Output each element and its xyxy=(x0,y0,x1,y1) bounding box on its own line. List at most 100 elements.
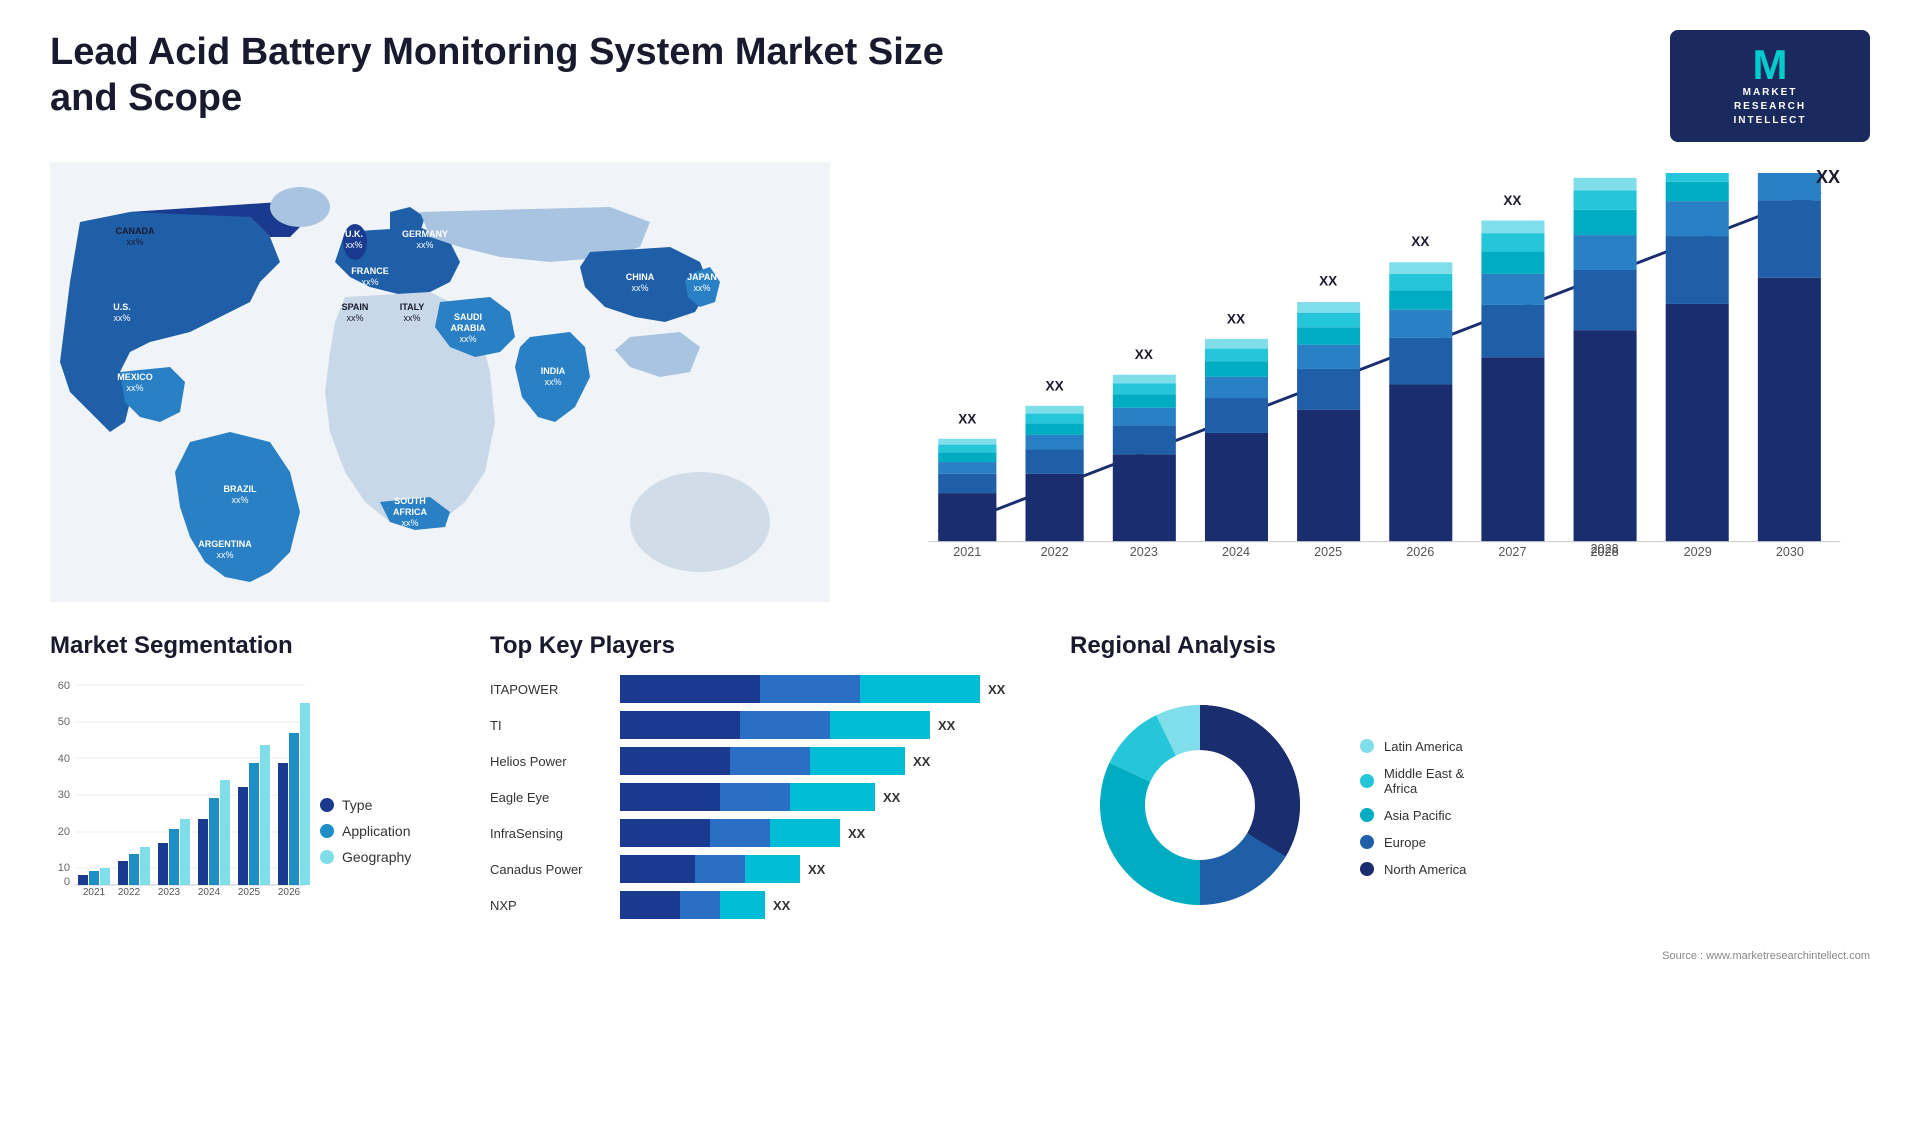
svg-text:MEXICO: MEXICO xyxy=(117,372,153,382)
players-list: ITAPOWER XX TI xyxy=(490,675,1050,919)
svg-text:XX: XX xyxy=(1046,378,1064,393)
player-bar-canadus: XX xyxy=(620,855,1050,883)
legend-type: Type xyxy=(320,797,411,813)
svg-text:xx%: xx% xyxy=(126,237,143,247)
svg-text:2027: 2027 xyxy=(1498,545,1526,559)
svg-text:SOUTH: SOUTH xyxy=(394,496,426,506)
svg-text:SAUDI: SAUDI xyxy=(454,312,482,322)
svg-text:10: 10 xyxy=(58,862,70,874)
svg-text:ARABIA: ARABIA xyxy=(451,323,486,333)
svg-text:xx%: xx% xyxy=(459,334,476,344)
svg-text:20: 20 xyxy=(58,826,70,838)
donut-chart xyxy=(1070,675,1330,940)
logo-text: MARKET RESEARCH INTELLECT xyxy=(1734,86,1807,128)
svg-text:XX: XX xyxy=(958,411,976,426)
svg-text:XX: XX xyxy=(1319,274,1337,289)
legend-application-dot xyxy=(320,824,334,838)
svg-text:U.K.: U.K. xyxy=(345,229,363,239)
svg-text:2028: 2028 xyxy=(1591,542,1619,556)
svg-text:SPAIN: SPAIN xyxy=(342,302,369,312)
player-row: NXP XX xyxy=(490,891,1050,919)
svg-text:JAPAN: JAPAN xyxy=(687,272,717,282)
svg-text:BRAZIL: BRAZIL xyxy=(224,484,257,494)
seg-legend: Type Application Geography xyxy=(320,797,411,895)
svg-text:2023: 2023 xyxy=(158,887,181,895)
top-value-label: XX xyxy=(1816,167,1840,188)
player-row: TI XX xyxy=(490,711,1050,739)
page-title: Lead Acid Battery Monitoring System Mark… xyxy=(50,30,950,121)
svg-text:INDIA: INDIA xyxy=(541,366,566,376)
svg-text:2021: 2021 xyxy=(953,545,981,559)
player-row: ITAPOWER XX xyxy=(490,675,1050,703)
legend-northamerica-label: North America xyxy=(1384,862,1466,877)
player-row: Eagle Eye XX xyxy=(490,783,1050,811)
svg-text:ITALY: ITALY xyxy=(400,302,425,312)
svg-text:ARGENTINA: ARGENTINA xyxy=(198,539,252,549)
legend-northamerica: North America xyxy=(1360,862,1466,877)
player-row: Helios Power XX xyxy=(490,747,1050,775)
players-title: Top Key Players xyxy=(490,632,1050,660)
page-wrapper: Lead Acid Battery Monitoring System Mark… xyxy=(0,0,1920,1146)
regional-title: Regional Analysis xyxy=(1070,632,1870,660)
player-name-canadus: Canadus Power xyxy=(490,862,610,877)
player-name-helios: Helios Power xyxy=(490,754,610,769)
svg-text:2021: 2021 xyxy=(83,887,106,895)
legend-type-dot xyxy=(320,798,334,812)
top-section: CANADA xx% U.S. xx% MEXICO xx% BRAZIL xx… xyxy=(50,162,1870,602)
svg-text:60: 60 xyxy=(58,680,70,692)
growth-chart: XX 2021 XX 2022 XX 2023 xyxy=(860,162,1870,602)
svg-text:2024: 2024 xyxy=(198,887,221,895)
svg-text:2025: 2025 xyxy=(1314,545,1342,559)
legend-application-label: Application xyxy=(342,823,411,839)
svg-text:FRANCE: FRANCE xyxy=(351,266,389,276)
player-row: Canadus Power XX xyxy=(490,855,1050,883)
svg-text:xx%: xx% xyxy=(403,313,420,323)
legend-apac: Asia Pacific xyxy=(1360,808,1466,823)
svg-text:xx%: xx% xyxy=(113,313,130,323)
svg-text:XX: XX xyxy=(1135,347,1153,362)
svg-text:xx%: xx% xyxy=(416,240,433,250)
legend-mea: Middle East &Africa xyxy=(1360,766,1466,796)
svg-text:0: 0 xyxy=(64,876,70,888)
svg-text:XX: XX xyxy=(1411,234,1429,249)
player-bar-eagle: XX xyxy=(620,783,1050,811)
svg-text:2024: 2024 xyxy=(1222,545,1250,559)
player-name-eagle: Eagle Eye xyxy=(490,790,610,805)
regional-legend: Latin America Middle East &Africa Asia P… xyxy=(1360,739,1466,877)
svg-text:2022: 2022 xyxy=(118,887,141,895)
svg-text:30: 30 xyxy=(58,789,70,801)
svg-text:CANADA: CANADA xyxy=(116,226,155,236)
svg-text:CHINA: CHINA xyxy=(626,272,655,282)
player-row: InfraSensing XX xyxy=(490,819,1050,847)
svg-text:2026: 2026 xyxy=(278,887,301,895)
source-text: Source : www.marketresearchintellect.com xyxy=(1070,950,1870,962)
segmentation-title: Market Segmentation xyxy=(50,632,470,660)
svg-text:XX: XX xyxy=(1227,311,1245,326)
svg-text:xx%: xx% xyxy=(231,495,248,505)
svg-text:xx%: xx% xyxy=(216,550,233,560)
svg-text:GERMANY: GERMANY xyxy=(402,229,448,239)
players-section: Top Key Players ITAPOWER XX TI xyxy=(490,632,1050,962)
player-bar-nxp: XX xyxy=(620,891,1050,919)
player-bar-helios: XX xyxy=(620,747,1050,775)
svg-text:2023: 2023 xyxy=(1130,545,1158,559)
seg-chart-area: 60 50 40 30 20 10 0 xyxy=(50,675,470,895)
legend-geography-dot xyxy=(320,850,334,864)
svg-text:AFRICA: AFRICA xyxy=(393,507,427,517)
svg-text:2026: 2026 xyxy=(1406,545,1434,559)
svg-text:xx%: xx% xyxy=(401,518,418,528)
logo-letter: M xyxy=(1753,44,1788,86)
svg-text:xx%: xx% xyxy=(361,277,378,287)
player-bar-infra: XX xyxy=(620,819,1050,847)
svg-text:xx%: xx% xyxy=(345,240,362,250)
legend-type-label: Type xyxy=(342,797,372,813)
svg-text:2025: 2025 xyxy=(238,887,261,895)
player-name-itapower: ITAPOWER xyxy=(490,682,610,697)
player-name-infra: InfraSensing xyxy=(490,826,610,841)
legend-mea-label: Middle East &Africa xyxy=(1384,766,1464,796)
svg-text:2022: 2022 xyxy=(1041,545,1069,559)
player-bar-ti: XX xyxy=(620,711,1050,739)
svg-text:xx%: xx% xyxy=(693,283,710,293)
legend-latin-label: Latin America xyxy=(1384,739,1463,754)
svg-text:50: 50 xyxy=(58,716,70,728)
